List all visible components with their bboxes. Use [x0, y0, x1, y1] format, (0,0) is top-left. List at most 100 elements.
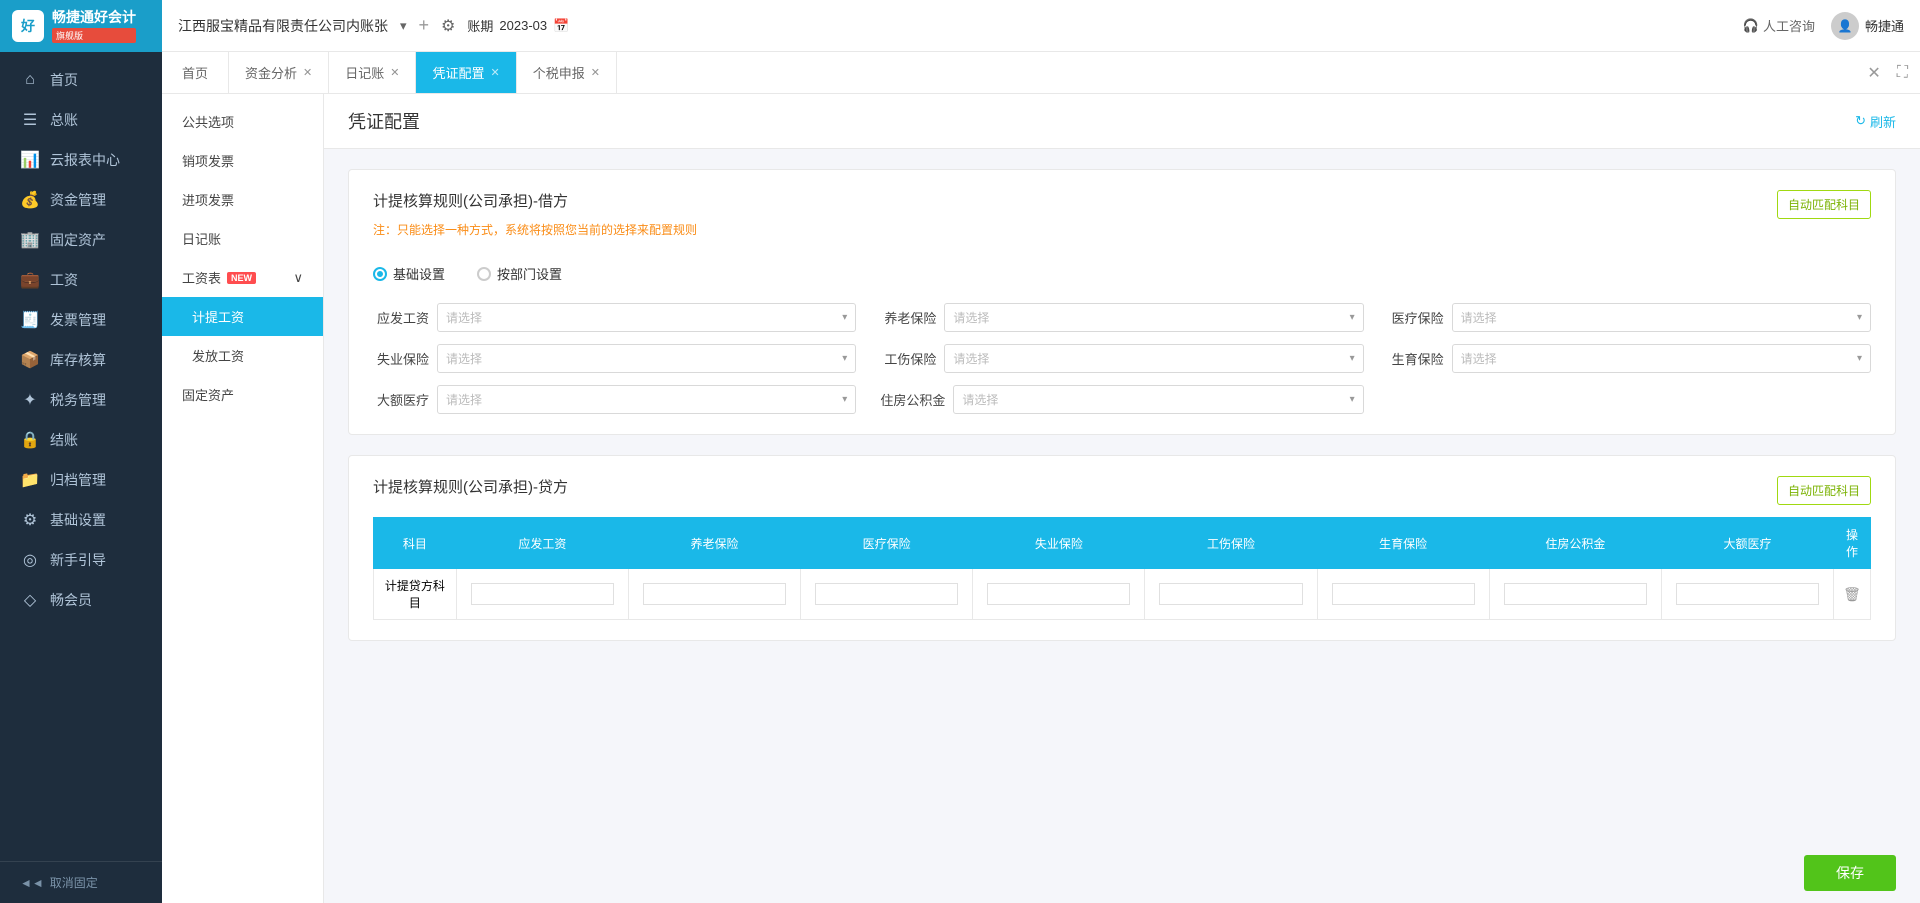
select-sybx[interactable]: 请选择 ▾	[437, 344, 856, 373]
period-value: 2023-03	[499, 18, 547, 33]
tab-tax-return[interactable]: 个税申报 ✕	[517, 52, 617, 93]
sidebar-item-closing[interactable]: 🔒 结账	[0, 420, 162, 460]
tab-funds-analysis-label: 资金分析	[245, 63, 297, 82]
settings-icon: ⚙	[20, 510, 40, 530]
tab-voucher-config[interactable]: 凭证配置 ✕	[416, 52, 516, 93]
left-menu-purchase-invoice-label: 进项发票	[182, 190, 234, 209]
select-gsbx[interactable]: 请选择 ▾	[944, 344, 1363, 373]
content-body: 计提核算规则(公司承担)-借方 注：只能选择一种方式，系统将按照您当前的选择来配…	[324, 149, 1920, 741]
tab-voucher-config-close[interactable]: ✕	[491, 66, 500, 79]
input-sybx2[interactable]	[1332, 583, 1475, 605]
ledger-icon: ☰	[20, 110, 40, 130]
sidebar-item-tax[interactable]: ✦ 税务管理	[0, 380, 162, 420]
input-ylbx[interactable]	[643, 583, 786, 605]
radio-basic-label: 基础设置	[393, 264, 445, 283]
sidebar-item-fixed-assets[interactable]: 🏢 固定资产	[0, 220, 162, 260]
select-zfgjj[interactable]: 请选择 ▾	[953, 385, 1363, 414]
user-menu[interactable]: 👤 畅捷通	[1831, 12, 1904, 40]
input-dayl[interactable]	[1676, 583, 1819, 605]
input-sybx[interactable]	[987, 583, 1130, 605]
salary-icon: 💼	[20, 270, 40, 290]
th-ylbx2: 医疗保险	[801, 518, 973, 569]
sidebar-label-archive: 归档管理	[50, 470, 106, 490]
credit-table-header-row: 科目 应发工资 养老保险 医疗保险 失业保险 工伤保险 生育保险 住房公积金 大…	[374, 518, 1871, 569]
sidebar-item-archive[interactable]: 📁 归档管理	[0, 460, 162, 500]
sidebar-item-ledger[interactable]: ☰ 总账	[0, 100, 162, 140]
left-menu-payroll-table[interactable]: 工资表 NEW ∨	[162, 258, 323, 297]
new-badge: NEW	[227, 272, 256, 284]
left-menu: 公共选项 销项发票 进项发票 日记账 工资表 NEW ∨ 计提工资	[162, 94, 324, 903]
headset-icon: 🎧	[1743, 18, 1759, 34]
sidebar-label-inventory: 库存核算	[50, 350, 106, 370]
select-yfgz[interactable]: 请选择 ▾	[437, 303, 856, 332]
topbar: 江西服宝精品有限责任公司内账张 ▾ + ⚙ 账期 2023-03 📅 🎧 人工咨…	[162, 0, 1920, 52]
select-sybx2[interactable]: 请选择 ▾	[1452, 344, 1871, 373]
period-settings-icon[interactable]: ⚙	[441, 16, 455, 36]
company-dropdown-icon[interactable]: ▾	[400, 18, 407, 34]
debit-auto-match-button[interactable]: 自动匹配科目	[1777, 190, 1871, 219]
sidebar-item-settings[interactable]: ⚙ 基础设置	[0, 500, 162, 540]
left-menu-public-label: 公共选项	[182, 112, 234, 131]
pin-icon: ◄◄	[20, 876, 44, 890]
refresh-icon: ↻	[1855, 113, 1866, 129]
left-menu-sales-invoice[interactable]: 销项发票	[162, 141, 323, 180]
sidebar-item-salary[interactable]: 💼 工资	[0, 260, 162, 300]
input-yfgz[interactable]	[471, 583, 614, 605]
delete-row-button[interactable]: 🗑	[1843, 586, 1861, 602]
tab-home[interactable]: 首页	[162, 52, 229, 93]
sidebar-item-guide[interactable]: ◎ 新手引导	[0, 540, 162, 580]
page-header: 凭证配置 ↻ 刷新	[324, 94, 1920, 149]
select-dayl[interactable]: 请选择 ▾	[437, 385, 856, 414]
add-company-button[interactable]: +	[419, 15, 430, 36]
input-ylbx2[interactable]	[815, 583, 958, 605]
content-main: 凭证配置 ↻ 刷新 计提核算规则(公司承担)-借方 注：只能选择一种方式，系统将…	[324, 94, 1920, 903]
select-yfgz-caret: ▾	[842, 312, 847, 323]
sidebar-item-member[interactable]: ◇ 畅会员	[0, 580, 162, 620]
left-menu-journal[interactable]: 日记账	[162, 219, 323, 258]
version-badge: 旗舰版	[52, 28, 136, 43]
tab-funds-analysis-close[interactable]: ✕	[303, 66, 312, 79]
th-op: 操作	[1834, 518, 1871, 569]
sidebar-item-funds[interactable]: 💰 资金管理	[0, 180, 162, 220]
select-zfgjj-placeholder: 请选择	[962, 391, 998, 408]
sidebar-item-home[interactable]: ⌂ 首页	[0, 60, 162, 100]
sidebar-label-salary: 工资	[50, 270, 78, 290]
refresh-button[interactable]: ↻ 刷新	[1855, 112, 1896, 131]
calendar-icon[interactable]: 📅	[553, 18, 569, 34]
input-zfgjj[interactable]	[1504, 583, 1647, 605]
left-menu-public[interactable]: 公共选项	[162, 102, 323, 141]
fixed-assets-icon: 🏢	[20, 230, 40, 250]
radio-basic[interactable]: 基础设置	[373, 264, 445, 283]
sidebar-item-reports[interactable]: 📊 云报表中心	[0, 140, 162, 180]
left-menu-purchase-invoice[interactable]: 进项发票	[162, 180, 323, 219]
payroll-expand-icon: ∨	[293, 270, 303, 286]
sidebar-label-settings: 基础设置	[50, 510, 106, 530]
label-sybx2: 生育保险	[1388, 349, 1444, 368]
credit-auto-match-button[interactable]: 自动匹配科目	[1777, 476, 1871, 505]
radio-dept[interactable]: 按部门设置	[477, 264, 562, 283]
label-ylbx: 养老保险	[880, 308, 936, 327]
tab-tax-return-close[interactable]: ✕	[591, 66, 600, 79]
select-ylbx2[interactable]: 请选择 ▾	[1452, 303, 1871, 332]
tab-journal-close[interactable]: ✕	[390, 66, 399, 79]
service-button[interactable]: 🎧 人工咨询	[1743, 16, 1815, 35]
cancel-pin-button[interactable]: ◄◄ 取消固定	[0, 861, 162, 903]
save-button[interactable]: 保存	[1804, 855, 1896, 891]
avatar: 👤	[1831, 12, 1859, 40]
th-gsbx: 工伤保险	[1145, 518, 1317, 569]
select-ylbx[interactable]: 请选择 ▾	[944, 303, 1363, 332]
left-menu-fixed-assets[interactable]: 固定资产	[162, 375, 323, 414]
close-tab-button[interactable]: ✕	[1863, 59, 1884, 87]
left-menu-payroll-accrual[interactable]: 计提工资	[162, 297, 323, 336]
expand-tab-button[interactable]: ⛶	[1893, 60, 1912, 86]
tab-bar: 首页 资金分析 ✕ 日记账 ✕ 凭证配置 ✕ 个税申报 ✕ ✕ ⛶	[162, 52, 1920, 94]
sidebar-item-inventory[interactable]: 📦 库存核算	[0, 340, 162, 380]
sidebar-item-invoice[interactable]: 🧾 发票管理	[0, 300, 162, 340]
left-menu-payroll-issue[interactable]: 发放工资	[162, 336, 323, 375]
input-gsbx[interactable]	[1159, 583, 1302, 605]
tab-funds-analysis[interactable]: 资金分析 ✕	[229, 52, 329, 93]
sidebar-nav: ⌂ 首页 ☰ 总账 📊 云报表中心 💰 资金管理 🏢 固定资产 💼 工资 🧾 发…	[0, 52, 162, 861]
tab-journal[interactable]: 日记账 ✕	[329, 52, 416, 93]
select-gsbx-caret: ▾	[1350, 353, 1355, 364]
field-yfgz: 应发工资 请选择 ▾	[373, 303, 856, 332]
